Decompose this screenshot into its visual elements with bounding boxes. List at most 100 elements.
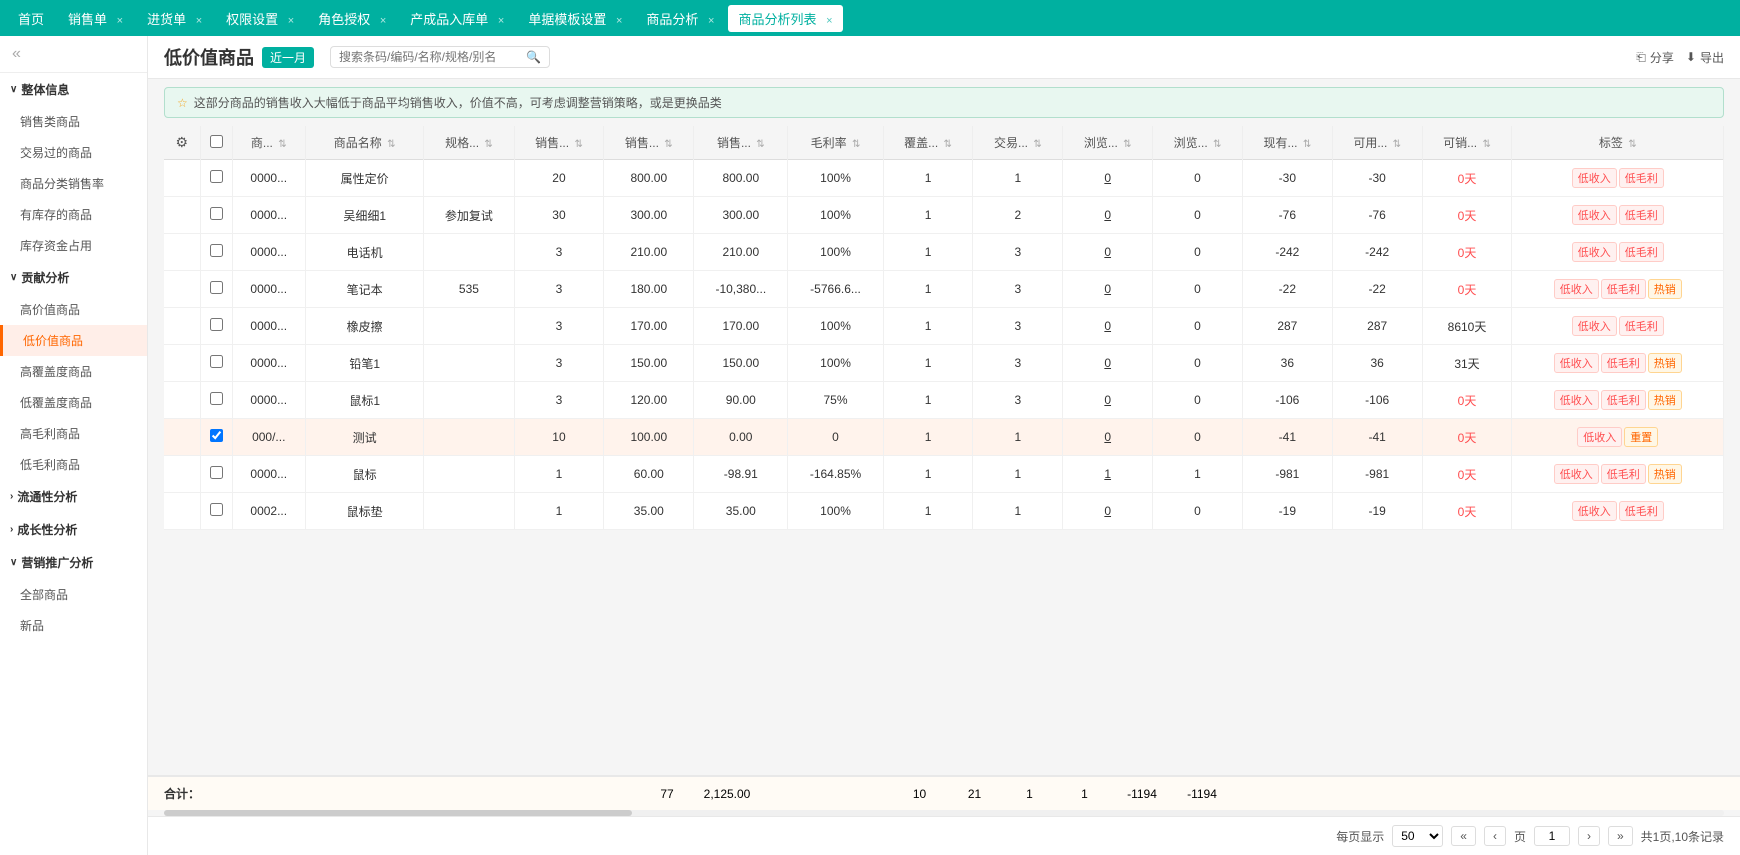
sort-salesqty-icon[interactable]: ⇅ [574,139,582,150]
row-name[interactable]: 鼠标垫 [306,493,424,530]
nav-home[interactable]: 首页 [8,5,54,32]
last-page-btn[interactable]: » [1608,826,1633,846]
sort-view2-icon[interactable]: ⇅ [1213,139,1221,150]
sidebar-item-new-goods[interactable]: 新品 [0,610,147,641]
sidebar-item-traded[interactable]: 交易过的商品 [0,137,147,168]
nav-permissions[interactable]: 权限设置 × [216,5,304,32]
view-link[interactable]: 1 [1104,467,1111,481]
row-view1[interactable]: 0 [1063,308,1153,345]
sort-tags-icon[interactable]: ⇅ [1628,139,1636,150]
sort-available-icon[interactable]: ⇅ [1393,139,1401,150]
sort-code-icon[interactable]: ⇅ [278,139,286,150]
sidebar-group-contribution[interactable]: ∨贡献分析 [0,261,147,294]
sidebar-item-inventory-goods[interactable]: 有库存的商品 [0,199,147,230]
sidebar-group-growth[interactable]: ›成长性分析 [0,513,147,546]
row-view1[interactable]: 0 [1063,234,1153,271]
view-link[interactable]: 0 [1104,430,1111,444]
sort-trade-icon[interactable]: ⇅ [1033,139,1041,150]
row-name[interactable]: 橡皮擦 [306,308,424,345]
gear-header[interactable]: ⚙ [164,126,200,160]
sort-sellable-icon[interactable]: ⇅ [1482,139,1490,150]
sidebar-item-low-margin[interactable]: 低毛利商品 [0,449,147,480]
sort-coverage-icon[interactable]: ⇅ [944,139,952,150]
row-name[interactable]: 鼠标1 [306,382,424,419]
filter-tag[interactable]: 近一月 [262,47,314,68]
sidebar-item-high-margin[interactable]: 高毛利商品 [0,418,147,449]
row-select-checkbox[interactable] [210,429,223,442]
view-link[interactable]: 0 [1104,282,1111,296]
sidebar-group-flow[interactable]: ›流通性分析 [0,480,147,513]
row-view1[interactable]: 0 [1063,493,1153,530]
view-link[interactable]: 0 [1104,208,1111,222]
row-select-checkbox[interactable] [210,244,223,257]
sidebar-item-low-value[interactable]: 低价值商品 [0,325,147,356]
row-select-checkbox[interactable] [210,466,223,479]
sidebar-item-all-goods[interactable]: 全部商品 [0,579,147,610]
row-view1[interactable]: 0 [1063,382,1153,419]
view-link[interactable]: 0 [1104,393,1111,407]
row-view1[interactable]: 0 [1063,345,1153,382]
nav-purchase[interactable]: 进货单 × [137,5,212,32]
row-view1[interactable]: 0 [1063,197,1153,234]
share-button[interactable]: ⎗ 分享 [1636,49,1674,66]
row-select-checkbox[interactable] [210,281,223,294]
row-select-checkbox[interactable] [210,503,223,516]
row-name[interactable]: 吴细细1 [306,197,424,234]
sidebar-item-high-value[interactable]: 高价值商品 [0,294,147,325]
row-select-checkbox[interactable] [210,170,223,183]
row-name[interactable]: 测试 [306,419,424,456]
row-select-checkbox[interactable] [210,355,223,368]
nav-analysis-list-close[interactable]: × [826,15,832,27]
sort-name-icon[interactable]: ⇅ [387,139,395,150]
sidebar-item-low-coverage[interactable]: 低覆盖度商品 [0,387,147,418]
row-name[interactable]: 属性定价 [306,160,424,197]
sidebar-item-category-rate[interactable]: 商品分类销售率 [0,168,147,199]
select-all-checkbox[interactable] [210,135,223,148]
sort-margin-icon[interactable]: ⇅ [852,139,860,150]
row-view1[interactable]: 0 [1063,271,1153,308]
sort-salescost-icon[interactable]: ⇅ [756,139,764,150]
row-name[interactable]: 笔记本 [306,271,424,308]
nav-analysis-list[interactable]: 商品分析列表 × [728,5,842,32]
view-link[interactable]: 0 [1104,356,1111,370]
sidebar-item-capital[interactable]: 库存资金占用 [0,230,147,261]
export-button[interactable]: ⬇ 导出 [1686,49,1724,66]
row-select-checkbox[interactable] [210,207,223,220]
sidebar-group-overall[interactable]: ∨整体信息 [0,73,147,106]
nav-sales[interactable]: 销售单 × [58,5,133,32]
nav-inventory-close[interactable]: × [498,15,504,27]
sidebar-item-sales-goods[interactable]: 销售类商品 [0,106,147,137]
sort-view1-icon[interactable]: ⇅ [1123,139,1131,150]
sidebar-item-high-coverage[interactable]: 高覆盖度商品 [0,356,147,387]
row-select-checkbox[interactable] [210,392,223,405]
nav-template[interactable]: 单据模板设置 × [518,5,632,32]
row-name[interactable]: 鼠标 [306,456,424,493]
nav-roles-close[interactable]: × [380,15,386,27]
sidebar-collapse-btn[interactable]: « [8,42,25,66]
search-icon[interactable]: 🔍 [526,50,541,64]
next-page-btn[interactable]: › [1578,826,1600,846]
view-link[interactable]: 0 [1104,245,1111,259]
row-view1[interactable]: 0 [1063,419,1153,456]
view-link[interactable]: 0 [1104,171,1111,185]
row-view1[interactable]: 0 [1063,160,1153,197]
sidebar-group-marketing[interactable]: ∨营销推广分析 [0,546,147,579]
nav-inventory[interactable]: 产成品入库单 × [400,5,514,32]
view-link[interactable]: 0 [1104,319,1111,333]
view-link[interactable]: 0 [1104,504,1111,518]
first-page-btn[interactable]: « [1451,826,1476,846]
row-view1[interactable]: 1 [1063,456,1153,493]
nav-purchase-close[interactable]: × [196,15,202,27]
nav-template-close[interactable]: × [616,15,622,27]
settings-icon[interactable]: ⚙ [175,134,188,150]
sort-spec-icon[interactable]: ⇅ [484,139,492,150]
nav-permissions-close[interactable]: × [288,15,294,27]
row-name[interactable]: 铅笔1 [306,345,424,382]
prev-page-btn[interactable]: ‹ [1484,826,1506,846]
page-input[interactable] [1534,826,1570,846]
per-page-select[interactable]: 50 100 200 [1392,825,1443,847]
sort-current-icon[interactable]: ⇅ [1303,139,1311,150]
row-name[interactable]: 电话机 [306,234,424,271]
nav-analysis[interactable]: 商品分析 × [636,5,724,32]
nav-analysis-close[interactable]: × [708,15,714,27]
